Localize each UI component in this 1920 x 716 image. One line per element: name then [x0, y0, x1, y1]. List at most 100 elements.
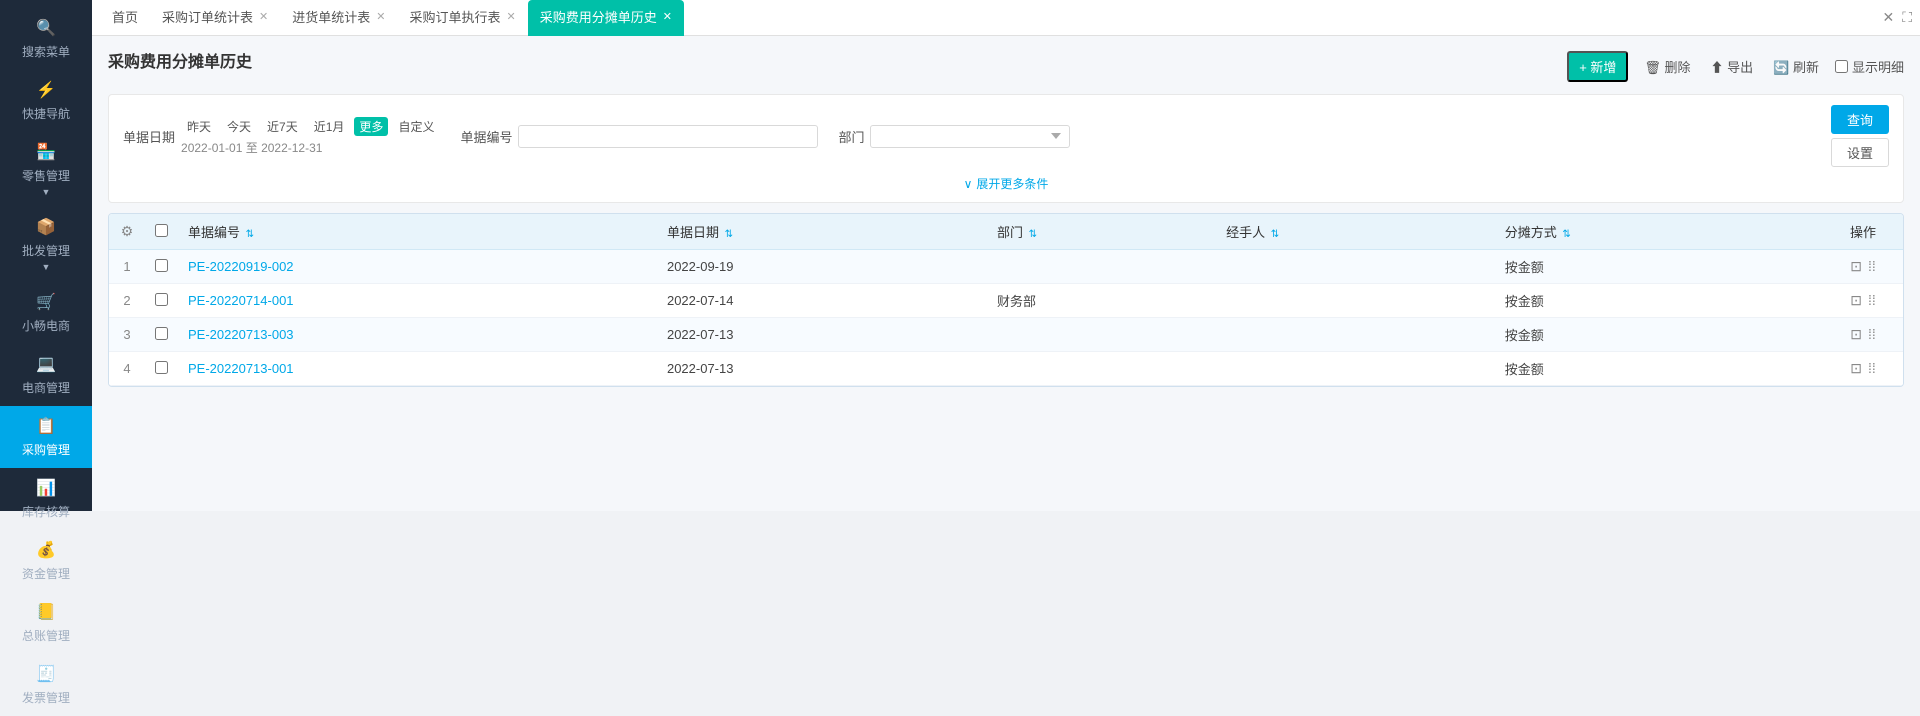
add-button[interactable]: + 新增	[1567, 51, 1628, 82]
query-button[interactable]: 查询	[1831, 105, 1889, 134]
row-handler-3	[1216, 352, 1495, 386]
row-select-0[interactable]	[155, 259, 168, 272]
dept-select[interactable]: 财务部	[870, 125, 1070, 148]
doc-no-input[interactable]	[518, 125, 818, 148]
row-edit-icon-0[interactable]: ⊡	[1850, 258, 1862, 275]
sidebar-item-search-menu[interactable]: 🔍搜索菜单	[0, 8, 92, 70]
date-btn-custom[interactable]: 自定义	[392, 117, 440, 136]
sidebar-item-finance-mgmt[interactable]: 💰 资金管理	[0, 530, 92, 592]
display-detail-checkbox[interactable]: 显示明细	[1835, 57, 1904, 76]
sidebar-item-wholesale-mgmt[interactable]: 📦 批发管理 ▼	[0, 207, 92, 282]
tab-purchase-exec[interactable]: 采购订单执行表 ✕	[397, 0, 527, 36]
sidebar-item-invoice-mgmt[interactable]: 🧾发票管理	[0, 654, 92, 716]
date-filter: 单据日期 昨天 今天 近7天 近1月 更多 自定义 2022-01-01 至 2…	[123, 117, 440, 156]
tab-close-purchase-order-stats[interactable]: ✕	[259, 10, 268, 23]
col-doc-no[interactable]: 单据编号 ⇅	[178, 214, 657, 250]
export-button[interactable]: ⬆ 导出	[1707, 55, 1758, 78]
sidebar-item-purchase-mgmt[interactable]: 📋采购管理	[0, 406, 92, 468]
col-dept[interactable]: 部门 ⇅	[987, 214, 1216, 250]
wholesale-mgmt-icon: 📦	[36, 217, 56, 237]
tab-home[interactable]: 首页	[100, 0, 150, 36]
sidebar-label-finance-mgmt: 资金管理	[22, 565, 70, 582]
row-select-2[interactable]	[155, 327, 168, 340]
tab-purchase-order-stats[interactable]: 采购订单统计表 ✕	[150, 0, 280, 36]
row-docno-link-0[interactable]: PE-20220919-002	[188, 259, 294, 274]
row-edit-icon-3[interactable]: ⊡	[1850, 360, 1862, 377]
row-select-1[interactable]	[155, 293, 168, 306]
date-btn-more[interactable]: 更多	[354, 117, 388, 136]
sidebar-item-ecom-mgmt[interactable]: 💻电商管理	[0, 344, 92, 406]
row-split-0: 按金额	[1495, 250, 1823, 284]
row-split-2: 按金额	[1495, 318, 1823, 352]
tab-controls: ✕ ⛶	[1882, 9, 1912, 26]
row-handler-1	[1216, 284, 1495, 318]
row-checkbox-3	[145, 352, 178, 386]
delete-button[interactable]: 🗑 删除	[1640, 55, 1694, 78]
sidebar-label-retail-mgmt: 零售管理	[22, 167, 70, 184]
date-btn-today[interactable]: 今天	[221, 117, 257, 136]
tab-label-purchase-order-stats: 采购订单统计表	[162, 7, 253, 26]
sidebar-label-search-menu: 搜索菜单	[22, 43, 70, 60]
close-window-icon[interactable]: ✕	[1882, 9, 1894, 26]
arrow-icon-wholesale-mgmt: ▼	[42, 262, 51, 272]
row-date-3: 2022-07-13	[657, 352, 987, 386]
col-split-method-label: 分摊方式	[1505, 225, 1557, 240]
tab-close-inbound-stats[interactable]: ✕	[376, 10, 385, 23]
tab-inbound-stats[interactable]: 进货单统计表✕	[280, 0, 397, 36]
col-handler[interactable]: 经手人 ⇅	[1216, 214, 1495, 250]
row-docno-link-1[interactable]: PE-20220714-001	[188, 293, 294, 308]
ecom-mgmt-icon: 💻	[36, 354, 56, 374]
finance-mgmt-icon: 💰	[36, 540, 56, 560]
tab-label-purchase-exec: 采购订单执行表	[409, 7, 500, 26]
row-more-icon-3[interactable]: ⁞⁞	[1868, 360, 1876, 377]
tab-close-purchase-cost-history[interactable]: ✕	[663, 10, 672, 23]
tab-label-purchase-cost-history: 采购费用分摊单历史	[540, 7, 657, 26]
sort-handler-icon: ⇅	[1271, 229, 1279, 240]
col-split-method[interactable]: 分摊方式 ⇅	[1495, 214, 1823, 250]
col-dept-label: 部门	[997, 225, 1023, 240]
select-all-checkbox[interactable]	[155, 224, 168, 237]
sidebar-label-purchase-mgmt: 采购管理	[22, 441, 70, 458]
sidebar: 🔍搜索菜单⚡快捷导航🏪零售管理▼📦批发管理▼🛒小畅电商💻电商管理📋采购管理📊库存…	[0, 0, 92, 511]
sidebar-label-wholesale-mgmt: 批发管理	[22, 242, 70, 259]
row-select-3[interactable]	[155, 361, 168, 374]
row-checkbox-0	[145, 250, 178, 284]
doc-no-label: 单据编号	[460, 127, 512, 146]
row-edit-icon-2[interactable]: ⊡	[1850, 326, 1862, 343]
filter-settings-button[interactable]: 设置	[1831, 138, 1889, 167]
sidebar-item-mini-ecom[interactable]: 🛒小畅电商	[0, 282, 92, 344]
row-dept-1: 财务部	[987, 284, 1216, 318]
row-docno-link-2[interactable]: PE-20220713-003	[188, 327, 294, 342]
row-docno-link-3[interactable]: PE-20220713-001	[188, 361, 294, 376]
sidebar-item-inventory[interactable]: 📊库存核算	[0, 468, 92, 530]
refresh-button[interactable]: 🔄 刷新	[1769, 55, 1823, 78]
row-handler-0	[1216, 250, 1495, 284]
table-row: 1 PE-20220919-002 2022-09-19 按金额 ⊡ ⁞⁞	[109, 250, 1903, 284]
date-range-display: 2022-01-01 至 2022-12-31	[181, 139, 440, 156]
col-doc-date[interactable]: 单据日期 ⇅	[657, 214, 987, 250]
gear-icon[interactable]: ⚙	[121, 223, 134, 239]
table-row: 2 PE-20220714-001 2022-07-14 财务部 按金额 ⊡ ⁞…	[109, 284, 1903, 318]
maximize-window-icon[interactable]: ⛶	[1902, 9, 1912, 26]
sidebar-label-ledger-mgmt: 总账管理	[22, 627, 70, 644]
col-gear: ⚙	[109, 214, 145, 250]
row-more-icon-2[interactable]: ⁞⁞	[1868, 326, 1876, 343]
date-btn-yesterday[interactable]: 昨天	[181, 117, 217, 136]
sidebar-item-quick-nav[interactable]: ⚡快捷导航	[0, 70, 92, 132]
date-btn-7days[interactable]: 近7天	[261, 117, 304, 136]
sidebar-item-ledger-mgmt[interactable]: 📒总账管理	[0, 592, 92, 654]
tab-purchase-cost-history[interactable]: 采购费用分摊单历史 ✕	[528, 0, 684, 36]
row-dept-2	[987, 318, 1216, 352]
display-detail-input[interactable]	[1835, 60, 1848, 73]
date-btn-1month[interactable]: 近1月	[308, 117, 351, 136]
sidebar-item-retail-mgmt[interactable]: 🏪零售管理▼	[0, 132, 92, 207]
row-edit-icon-1[interactable]: ⊡	[1850, 292, 1862, 309]
tab-close-purchase-exec[interactable]: ✕	[507, 10, 516, 23]
expand-more-btn[interactable]: ∨ 展开更多条件	[123, 175, 1889, 192]
row-more-icon-1[interactable]: ⁞⁞	[1868, 292, 1876, 309]
row-date-0: 2022-09-19	[657, 250, 987, 284]
display-detail-label: 显示明细	[1852, 57, 1904, 76]
row-docno-1: PE-20220714-001	[178, 284, 657, 318]
row-more-icon-0[interactable]: ⁞⁞	[1868, 258, 1876, 275]
dept-select-wrapper: 财务部	[870, 125, 1070, 148]
